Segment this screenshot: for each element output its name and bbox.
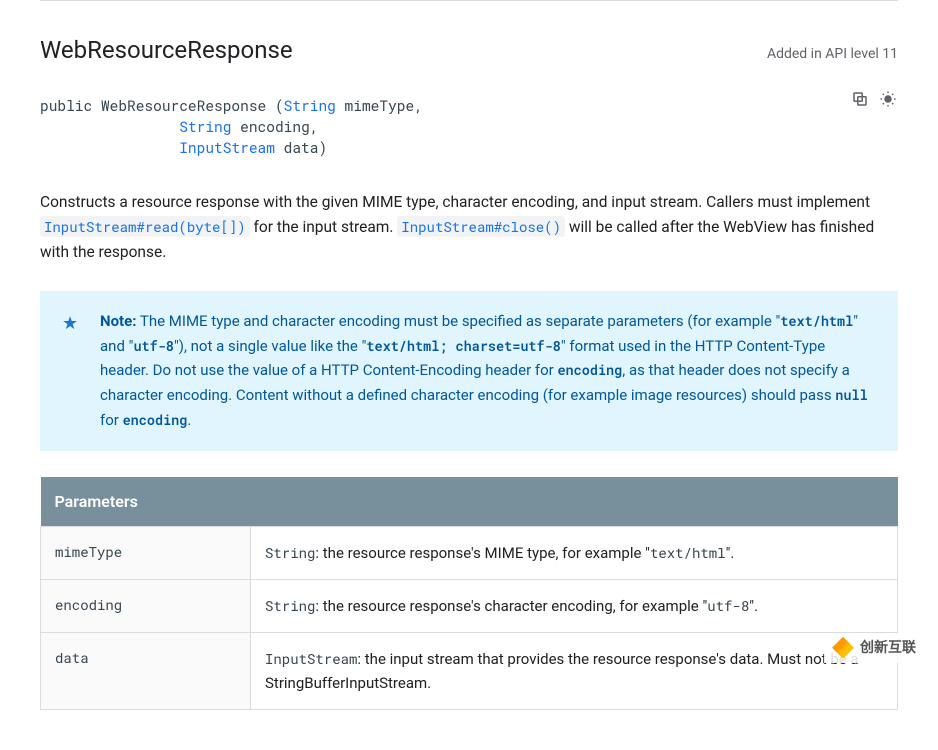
param-name: encoding [41,580,251,633]
param-name: data [41,633,251,710]
param-desc: InputStream: the input stream that provi… [251,633,898,710]
watermark-text: 创新互联 [860,637,916,659]
param-desc: String: the resource response's characte… [251,580,898,633]
parameters-header: Parameters [41,477,898,527]
param-name: mimeType [41,527,251,580]
link-inputstream-read[interactable]: InputStream#read(byte[]) [40,216,250,237]
api-level-label: Added in API level 11 [767,43,898,65]
type-link-string[interactable]: String [284,96,336,115]
watermark: 创新互联 [824,633,924,663]
method-signature: public WebResourceResponse (String mimeT… [40,95,898,158]
param-desc: String: the resource response's MIME typ… [251,527,898,580]
link-inputstream-close[interactable]: InputStream#close() [397,216,565,237]
code-actions [850,89,898,109]
method-description: Constructs a resource response with the … [40,190,898,264]
table-row: mimeType String: the resource response's… [41,527,898,580]
type-link-string[interactable]: String [179,117,231,136]
type-link-inputstream[interactable]: InputStream [179,138,275,157]
signature-block: public WebResourceResponse (String mimeT… [40,95,898,158]
table-row: encoding String: the resource response's… [41,580,898,633]
note-label: Note: [100,312,136,330]
table-row: data InputStream: the input stream that … [41,633,898,710]
star-icon: ★ [62,309,78,339]
watermark-logo-icon [832,637,854,659]
theme-toggle-icon[interactable] [878,89,898,109]
copy-icon[interactable] [850,89,870,109]
note-callout: ★ Note: The MIME type and character enco… [40,291,898,451]
method-title: WebResourceResponse [40,31,293,69]
parameters-table: Parameters mimeType String: the resource… [40,477,898,711]
top-divider [40,0,898,1]
section-header: WebResourceResponse Added in API level 1… [40,31,898,69]
